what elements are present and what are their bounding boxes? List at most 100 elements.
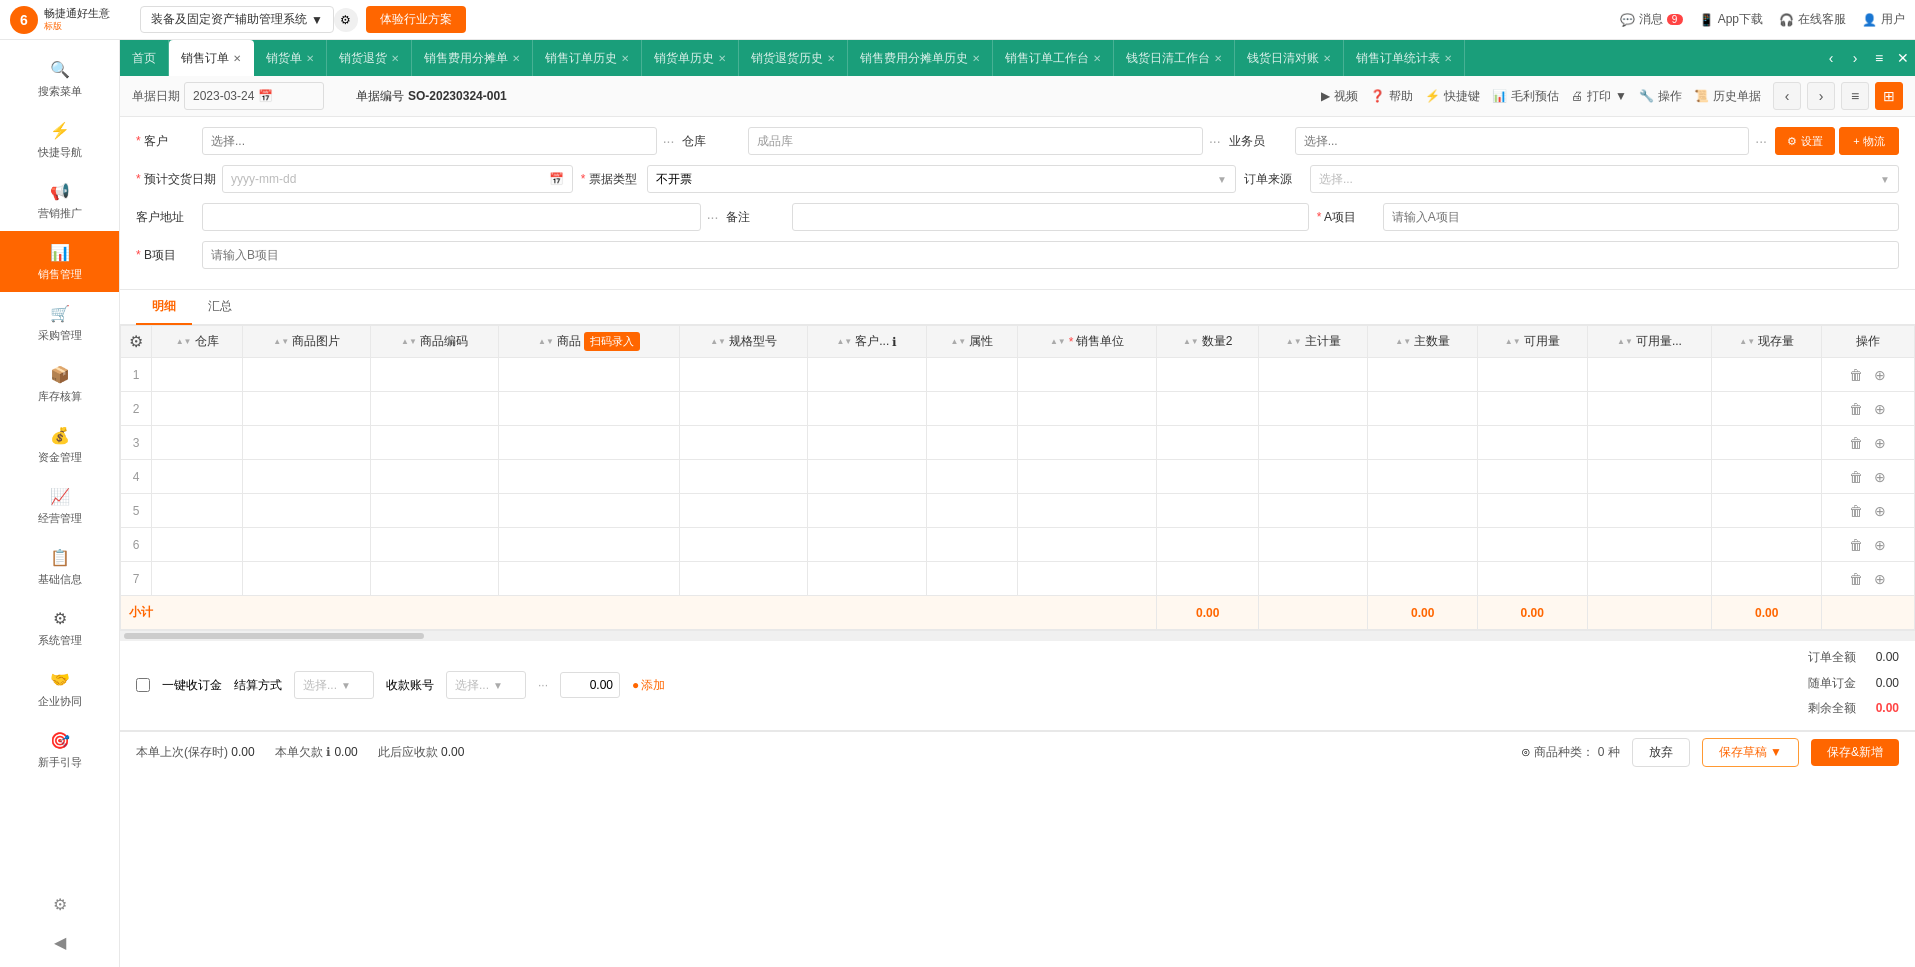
- sort-qty2-icon[interactable]: ▲▼: [1183, 338, 1199, 346]
- cell-image-2[interactable]: [243, 392, 371, 426]
- settlement-select[interactable]: 选择... ▼: [294, 671, 374, 699]
- card-view-btn[interactable]: ⊞: [1875, 82, 1903, 110]
- cell-main-unit-3[interactable]: [1258, 426, 1368, 460]
- sidebar-item-basic[interactable]: 📋 基础信息: [0, 536, 119, 597]
- cell-spec-4[interactable]: [680, 460, 808, 494]
- notification-item[interactable]: 💬 消息 9: [1620, 11, 1683, 28]
- cell-goods-7[interactable]: [498, 562, 679, 596]
- scan-input-btn[interactable]: 扫码录入: [584, 332, 640, 351]
- close-invoice-history-icon[interactable]: ✕: [718, 53, 726, 64]
- view-btn[interactable]: ▶ 视频: [1321, 88, 1358, 105]
- cell-qty2-1[interactable]: [1157, 358, 1258, 392]
- settings-icon[interactable]: ⚙: [334, 8, 358, 32]
- cell-unit-3[interactable]: [1017, 426, 1157, 460]
- close-workbench-icon[interactable]: ✕: [1093, 53, 1101, 64]
- cell-main-qty-6[interactable]: [1368, 528, 1478, 562]
- payment-amount-input[interactable]: [560, 672, 620, 698]
- sidebar-item-inventory[interactable]: 📦 库存核算: [0, 353, 119, 414]
- sidebar-item-finance[interactable]: 💰 资金管理: [0, 414, 119, 475]
- cell-main-qty-7[interactable]: [1368, 562, 1478, 596]
- cell-spec-6[interactable]: [680, 528, 808, 562]
- cell-main-qty-5[interactable]: [1368, 494, 1478, 528]
- delete-row-6-btn[interactable]: 🗑: [1846, 535, 1866, 555]
- copy-row-6-btn[interactable]: ⊕: [1870, 535, 1890, 555]
- cell-main-unit-6[interactable]: [1258, 528, 1368, 562]
- cell-image-3[interactable]: [243, 426, 371, 460]
- tab-stats[interactable]: 销售订单统计表 ✕: [1344, 40, 1465, 76]
- cell-cust-code-3[interactable]: [807, 426, 926, 460]
- sort-stock-icon[interactable]: ▲▼: [1739, 338, 1755, 346]
- address-input[interactable]: [202, 203, 701, 231]
- close-order-history-icon[interactable]: ✕: [621, 53, 629, 64]
- customer-more-dots[interactable]: ···: [663, 133, 675, 149]
- sort-attribute-icon[interactable]: ▲▼: [950, 338, 966, 346]
- cell-stock-7[interactable]: [1712, 562, 1822, 596]
- sidebar-item-marketing[interactable]: 📢 营销推广: [0, 170, 119, 231]
- cell-available2-1[interactable]: [1587, 358, 1712, 392]
- cell-available2-2[interactable]: [1587, 392, 1712, 426]
- bottom-settings-icon[interactable]: ⚙: [45, 889, 75, 919]
- sort-available-icon[interactable]: ▲▼: [1505, 338, 1521, 346]
- sidebar-item-sales[interactable]: 📊 销售管理: [0, 231, 119, 292]
- sidebar-item-system[interactable]: ⚙ 系统管理: [0, 597, 119, 658]
- cell-cust-code-4[interactable]: [807, 460, 926, 494]
- sidebar-item-guide[interactable]: 🎯 新手引导: [0, 719, 119, 780]
- system-selector[interactable]: 装备及固定资产辅助管理系统 ▼: [140, 6, 334, 33]
- cell-stock-3[interactable]: [1712, 426, 1822, 460]
- cell-attribute-1[interactable]: [926, 358, 1017, 392]
- copy-row-2-btn[interactable]: ⊕: [1870, 399, 1890, 419]
- b-project-input[interactable]: [202, 241, 1899, 269]
- cell-unit-6[interactable]: [1017, 528, 1157, 562]
- cell-warehouse-4[interactable]: [152, 460, 243, 494]
- copy-row-7-btn[interactable]: ⊕: [1870, 569, 1890, 589]
- copy-row-4-btn[interactable]: ⊕: [1870, 467, 1890, 487]
- horizontal-scrollbar[interactable]: [120, 631, 1915, 641]
- sidebar-item-nav[interactable]: ⚡ 快捷导航: [0, 109, 119, 170]
- cell-unit-7[interactable]: [1017, 562, 1157, 596]
- cell-available2-5[interactable]: [1587, 494, 1712, 528]
- sort-available2-icon[interactable]: ▲▼: [1617, 338, 1633, 346]
- sort-main-qty-icon[interactable]: ▲▼: [1395, 338, 1411, 346]
- customer-input[interactable]: [202, 127, 657, 155]
- cell-qty2-6[interactable]: [1157, 528, 1258, 562]
- sort-spec-icon[interactable]: ▲▼: [710, 338, 726, 346]
- settings-btn[interactable]: ⚙ 设置: [1775, 127, 1835, 155]
- cell-image-6[interactable]: [243, 528, 371, 562]
- more-payment-dots[interactable]: ···: [538, 678, 548, 692]
- add-payment-btn[interactable]: ● 添加: [632, 677, 665, 694]
- tab-return-history[interactable]: 销货退货历史 ✕: [739, 40, 848, 76]
- cell-main-unit-4[interactable]: [1258, 460, 1368, 494]
- cell-code-2[interactable]: [371, 392, 499, 426]
- cell-attribute-5[interactable]: [926, 494, 1017, 528]
- cell-available-5[interactable]: [1478, 494, 1588, 528]
- scroll-thumb[interactable]: [124, 633, 424, 639]
- cell-qty2-2[interactable]: [1157, 392, 1258, 426]
- tab-next-btn[interactable]: ›: [1843, 40, 1867, 76]
- delete-row-1-btn[interactable]: 🗑: [1846, 365, 1866, 385]
- cell-main-qty-3[interactable]: [1368, 426, 1478, 460]
- staff-more-dots[interactable]: ···: [1755, 133, 1767, 149]
- close-expense-split-icon[interactable]: ✕: [512, 53, 520, 64]
- tab-summary[interactable]: 汇总: [192, 290, 248, 325]
- tab-close-all-btn[interactable]: ✕: [1891, 40, 1915, 76]
- cell-code-7[interactable]: [371, 562, 499, 596]
- close-daily-workbench-icon[interactable]: ✕: [1214, 53, 1222, 64]
- sidebar-item-operations[interactable]: 📈 经营管理: [0, 475, 119, 536]
- collapse-icon[interactable]: ◀: [45, 927, 75, 957]
- shortcut-btn[interactable]: ⚡ 快捷键: [1425, 88, 1480, 105]
- tab-sales-order[interactable]: 销售订单 ✕: [169, 40, 254, 76]
- cell-available-4[interactable]: [1478, 460, 1588, 494]
- cell-cust-code-5[interactable]: [807, 494, 926, 528]
- cell-goods-6[interactable]: [498, 528, 679, 562]
- tab-sales-invoice[interactable]: 销货单 ✕: [254, 40, 327, 76]
- address-more-dots[interactable]: ···: [707, 209, 719, 225]
- cell-main-unit-1[interactable]: [1258, 358, 1368, 392]
- cell-spec-5[interactable]: [680, 494, 808, 528]
- cell-warehouse-3[interactable]: [152, 426, 243, 460]
- list-view-btn[interactable]: ≡: [1841, 82, 1869, 110]
- cell-stock-2[interactable]: [1712, 392, 1822, 426]
- cell-goods-5[interactable]: [498, 494, 679, 528]
- cell-available2-6[interactable]: [1587, 528, 1712, 562]
- add-goods-btn[interactable]: + 物流: [1839, 127, 1899, 155]
- cell-available-3[interactable]: [1478, 426, 1588, 460]
